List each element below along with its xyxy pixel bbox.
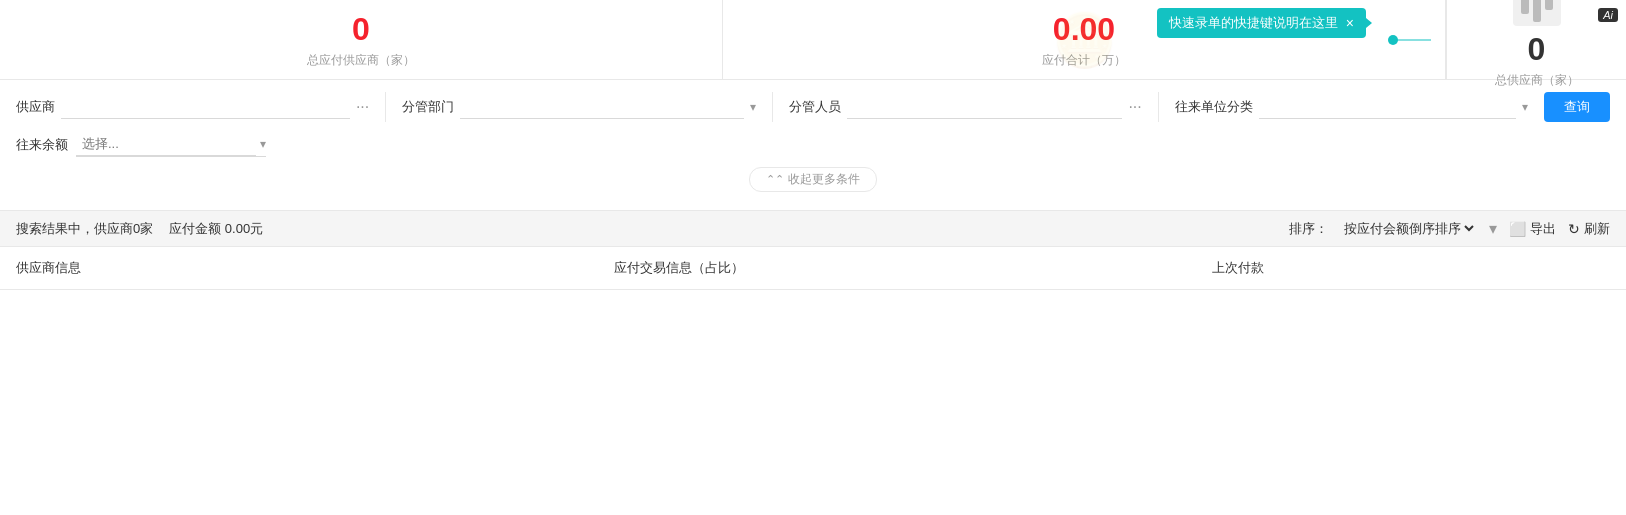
supplier-input[interactable] bbox=[61, 95, 350, 119]
department-input[interactable] bbox=[460, 95, 743, 119]
results-actions: 排序： 按应付会额倒序排序 ▾ ⬜ 导出 ↻ 刷新 bbox=[1289, 219, 1610, 238]
balance-chevron-icon[interactable]: ▾ bbox=[260, 137, 266, 151]
tooltip-line bbox=[1396, 39, 1431, 40]
unit-class-chevron-icon[interactable]: ▾ bbox=[1522, 100, 1528, 114]
filter-department: 分管部门 ▾ bbox=[402, 95, 755, 119]
collapse-label: 收起更多条件 bbox=[788, 171, 860, 188]
balance-label: 往来余额 bbox=[16, 136, 68, 154]
total-amount-label: 应付合计（万） bbox=[1042, 52, 1126, 69]
search-button[interactable]: 查询 bbox=[1544, 92, 1610, 122]
refresh-label: 刷新 bbox=[1584, 220, 1610, 238]
refresh-icon: ↻ bbox=[1568, 221, 1580, 237]
export-icon: ⬜ bbox=[1509, 221, 1526, 237]
sort-label: 排序： bbox=[1289, 220, 1328, 238]
filter-row-2: 往来余额 ▾ bbox=[16, 132, 1610, 157]
person-input[interactable] bbox=[847, 95, 1123, 119]
collapse-more-btn[interactable]: ⌃⌃ 收起更多条件 bbox=[749, 167, 877, 192]
col-last-payment-header: 上次付款 bbox=[1212, 259, 1611, 277]
ai-badge: Ai bbox=[1598, 8, 1618, 22]
filter-person: 分管人员 ··· bbox=[789, 95, 1142, 119]
total-all-suppliers-label: 总供应商（家） bbox=[1495, 72, 1579, 89]
tooltip-text: 快速录单的快捷键说明在这里 bbox=[1169, 14, 1338, 32]
department-label: 分管部门 bbox=[402, 98, 454, 116]
supplier-more-btn[interactable]: ··· bbox=[356, 98, 369, 116]
filter-unit-class: 往来单位分类 ▾ bbox=[1175, 95, 1528, 119]
table-body bbox=[0, 290, 1626, 490]
table-header: 供应商信息 应付交易信息（占比） 上次付款 bbox=[0, 247, 1626, 290]
search-result-info: 搜索结果中，供应商0家 bbox=[16, 220, 153, 238]
payable-amount-info: 应付金额 0.00元 bbox=[169, 220, 263, 238]
unit-class-input[interactable] bbox=[1259, 95, 1516, 119]
divider3 bbox=[1158, 92, 1159, 122]
sort-select[interactable]: 按应付会额倒序排序 bbox=[1340, 220, 1477, 237]
bar1 bbox=[1521, 0, 1529, 14]
summary-card-suppliers: 0 总应付供应商（家） bbox=[0, 0, 723, 79]
shortcut-tooltip: 快速录单的快捷键说明在这里 × bbox=[1157, 8, 1366, 38]
total-all-suppliers-number: 0 bbox=[1528, 30, 1546, 68]
department-chevron-icon[interactable]: ▾ bbox=[750, 100, 756, 114]
tooltip-close-btn[interactable]: × bbox=[1346, 16, 1354, 30]
supplier-label: 供应商 bbox=[16, 98, 55, 116]
filter-supplier: 供应商 ··· bbox=[16, 95, 369, 119]
filter-row-1: 供应商 ··· 分管部门 ▾ 分管人员 ··· 往来单位分类 ▾ 查询 bbox=[16, 92, 1610, 122]
refresh-btn[interactable]: ↻ 刷新 bbox=[1568, 220, 1610, 238]
person-more-btn[interactable]: ··· bbox=[1128, 98, 1141, 116]
person-label: 分管人员 bbox=[789, 98, 841, 116]
bar3 bbox=[1545, 0, 1553, 10]
total-suppliers-label: 总应付供应商（家） bbox=[307, 52, 415, 69]
filter-area: 供应商 ··· 分管部门 ▾ 分管人员 ··· 往来单位分类 ▾ 查询 往来余额 bbox=[0, 80, 1626, 211]
divider2 bbox=[772, 92, 773, 122]
col-supplier-header: 供应商信息 bbox=[16, 259, 614, 277]
divider1 bbox=[385, 92, 386, 122]
unit-class-label: 往来单位分类 bbox=[1175, 98, 1253, 116]
chart-icon bbox=[1513, 0, 1561, 26]
results-bar: 搜索结果中，供应商0家 应付金额 0.00元 排序： 按应付会额倒序排序 ▾ ⬜… bbox=[0, 211, 1626, 247]
collapse-up-icon: ⌃⌃ bbox=[766, 173, 784, 186]
total-suppliers-number: 0 bbox=[352, 10, 370, 48]
bar2 bbox=[1533, 0, 1541, 22]
export-btn[interactable]: ⬜ 导出 bbox=[1509, 220, 1556, 238]
balance-select[interactable] bbox=[76, 132, 256, 156]
summary-card-total-suppliers: Ai 0 总供应商（家） bbox=[1446, 0, 1626, 79]
summary-bar: 0 总应付供应商（家） 🪙 0.00 应付合计（万） 快速录单的快捷键说明在这里… bbox=[0, 0, 1626, 80]
total-amount-number: 0.00 bbox=[1053, 10, 1115, 48]
col-transaction-header: 应付交易信息（占比） bbox=[614, 259, 1212, 277]
export-label: 导出 bbox=[1530, 220, 1556, 238]
